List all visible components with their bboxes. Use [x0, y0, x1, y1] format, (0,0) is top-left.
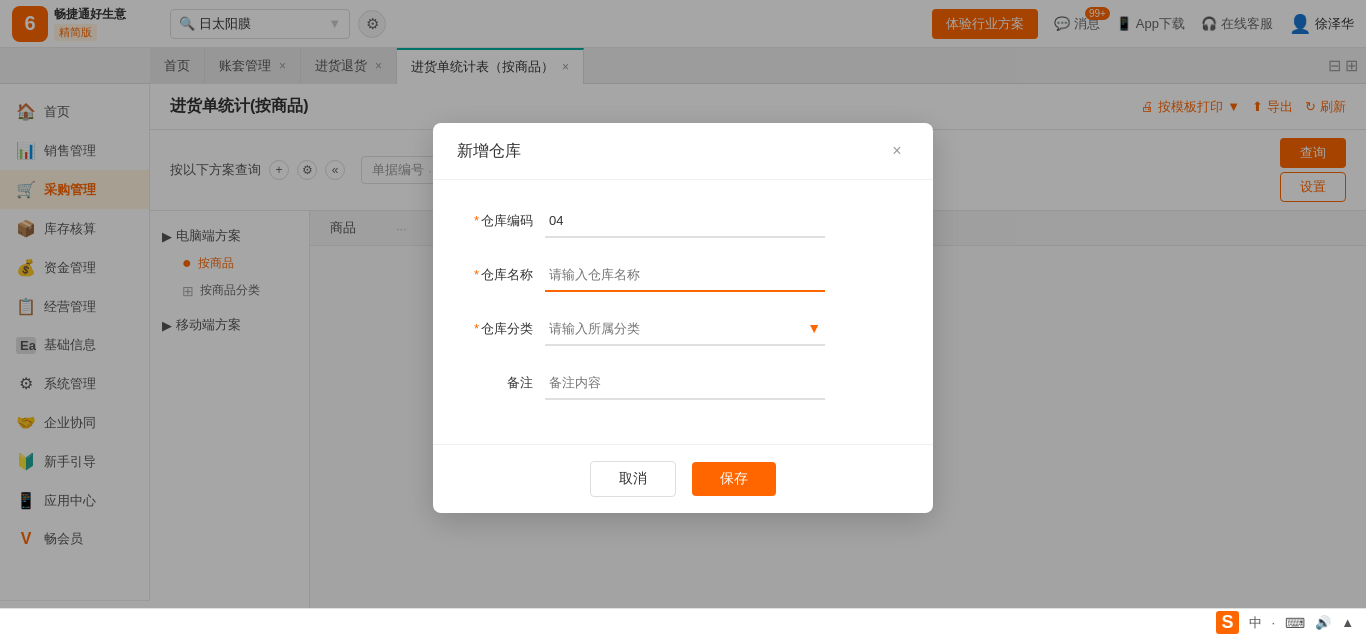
- modal-overlay: 新增仓库 × *仓库编码 *仓库名称: [0, 0, 1366, 636]
- category-input[interactable]: [549, 321, 807, 336]
- category-dropdown-icon[interactable]: ▼: [807, 320, 821, 336]
- warehouse-category-select[interactable]: ▼: [545, 312, 825, 346]
- modal-close-button[interactable]: ×: [885, 139, 909, 163]
- new-warehouse-modal: 新增仓库 × *仓库编码 *仓库名称: [433, 123, 933, 513]
- lang-icon: 中: [1249, 614, 1262, 632]
- warehouse-code-input[interactable]: [545, 204, 825, 238]
- modal-title: 新增仓库: [457, 141, 521, 162]
- arrow-up-icon: ▲: [1341, 615, 1354, 630]
- s-brand-icon: S: [1216, 611, 1238, 634]
- sound-status-icon: 🔊: [1315, 615, 1331, 630]
- bottom-status-bar: S 中 · ⌨ 🔊 ▲: [0, 608, 1366, 636]
- form-row-code: *仓库编码: [465, 204, 901, 238]
- modal-header: 新增仓库 ×: [433, 123, 933, 180]
- field-name-label: *仓库名称: [465, 266, 545, 284]
- field-remark-label: 备注: [465, 374, 545, 392]
- keyboard-icon: ⌨: [1285, 615, 1305, 631]
- form-row-category: *仓库分类 ▼: [465, 312, 901, 346]
- cancel-button[interactable]: 取消: [590, 461, 676, 497]
- close-icon: ×: [892, 142, 901, 160]
- modal-footer: 取消 保存: [433, 444, 933, 513]
- modal-body: *仓库编码 *仓库名称 *仓库分类 ▼: [433, 180, 933, 444]
- form-row-remark: 备注: [465, 366, 901, 400]
- form-row-name: *仓库名称: [465, 258, 901, 292]
- dot-icon: ·: [1272, 615, 1276, 630]
- warehouse-name-input[interactable]: [545, 258, 825, 292]
- save-button[interactable]: 保存: [692, 462, 776, 496]
- field-category-label: *仓库分类: [465, 320, 545, 338]
- remark-input[interactable]: [545, 366, 825, 400]
- field-code-label: *仓库编码: [465, 212, 545, 230]
